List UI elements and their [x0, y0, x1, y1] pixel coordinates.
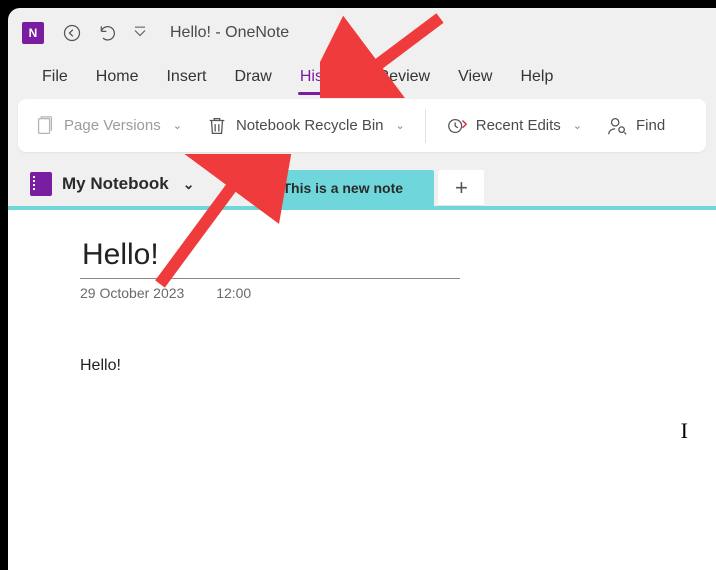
ribbon: Page Versions ⌄ Notebook Recycle Bin ⌄ R…	[18, 99, 706, 152]
text-cursor-icon: I	[681, 418, 688, 444]
menu-review[interactable]: Review	[364, 62, 444, 92]
note-date: 29 October 2023	[80, 285, 184, 301]
menu-draw[interactable]: Draw	[220, 62, 285, 92]
menu-home[interactable]: Home	[82, 62, 153, 92]
recent-edits-button[interactable]: Recent Edits ⌄	[436, 109, 592, 143]
separator	[425, 109, 426, 143]
recent-edits-icon	[446, 115, 468, 137]
page-canvas[interactable]: Hello! 29 October 2023 12:00 Hello! I	[8, 206, 716, 570]
note-meta: 29 October 2023 12:00	[80, 285, 716, 301]
app-window: N Hello! - OneNote File Home Insert Draw…	[8, 8, 716, 570]
menu-history[interactable]: History	[286, 62, 364, 92]
menubar: File Home Insert Draw History Review Vie…	[8, 57, 716, 97]
onenote-app-icon: N	[22, 22, 44, 44]
app-icon-letter: N	[29, 26, 38, 40]
add-section-button[interactable]: +	[438, 170, 484, 206]
page-inner: Hello! 29 October 2023 12:00 Hello!	[8, 210, 716, 375]
find-label: Find	[636, 117, 665, 134]
notebook-dropdown[interactable]: My Notebook ⌄	[26, 166, 204, 206]
find-by-author-button[interactable]: Find	[596, 109, 675, 143]
qat-dropdown[interactable]	[130, 19, 150, 47]
person-search-icon	[606, 115, 628, 137]
notebook-label: My Notebook	[62, 174, 169, 194]
titlebar: N Hello! - OneNote	[8, 8, 716, 57]
section-tab[interactable]: This is a new note	[264, 170, 434, 206]
undo-button[interactable]	[94, 19, 122, 47]
notebook-icon	[30, 172, 52, 196]
menu-insert[interactable]: Insert	[152, 62, 220, 92]
note-body[interactable]: Hello!	[80, 357, 716, 375]
menu-file[interactable]: File	[28, 62, 82, 92]
trash-icon	[206, 115, 228, 137]
chevron-down-icon: ⌄	[173, 119, 182, 132]
notebook-row: My Notebook ⌄ This is a new note +	[8, 166, 716, 206]
page-versions-icon	[34, 115, 56, 137]
menu-view[interactable]: View	[444, 62, 506, 92]
recycle-bin-label: Notebook Recycle Bin	[236, 117, 384, 134]
recycle-bin-button[interactable]: Notebook Recycle Bin ⌄	[196, 109, 415, 143]
page-versions-button[interactable]: Page Versions ⌄	[24, 109, 192, 143]
chevron-down-icon: ⌄	[396, 119, 405, 132]
note-title[interactable]: Hello!	[80, 234, 460, 279]
page-versions-label: Page Versions	[64, 117, 161, 134]
recent-edits-label: Recent Edits	[476, 117, 561, 134]
back-button[interactable]	[58, 19, 86, 47]
chevron-down-icon: ⌄	[183, 176, 195, 193]
menu-help[interactable]: Help	[506, 62, 567, 92]
chevron-down-icon: ⌄	[573, 119, 582, 132]
note-time: 12:00	[216, 285, 251, 301]
window-title: Hello! - OneNote	[170, 24, 289, 42]
